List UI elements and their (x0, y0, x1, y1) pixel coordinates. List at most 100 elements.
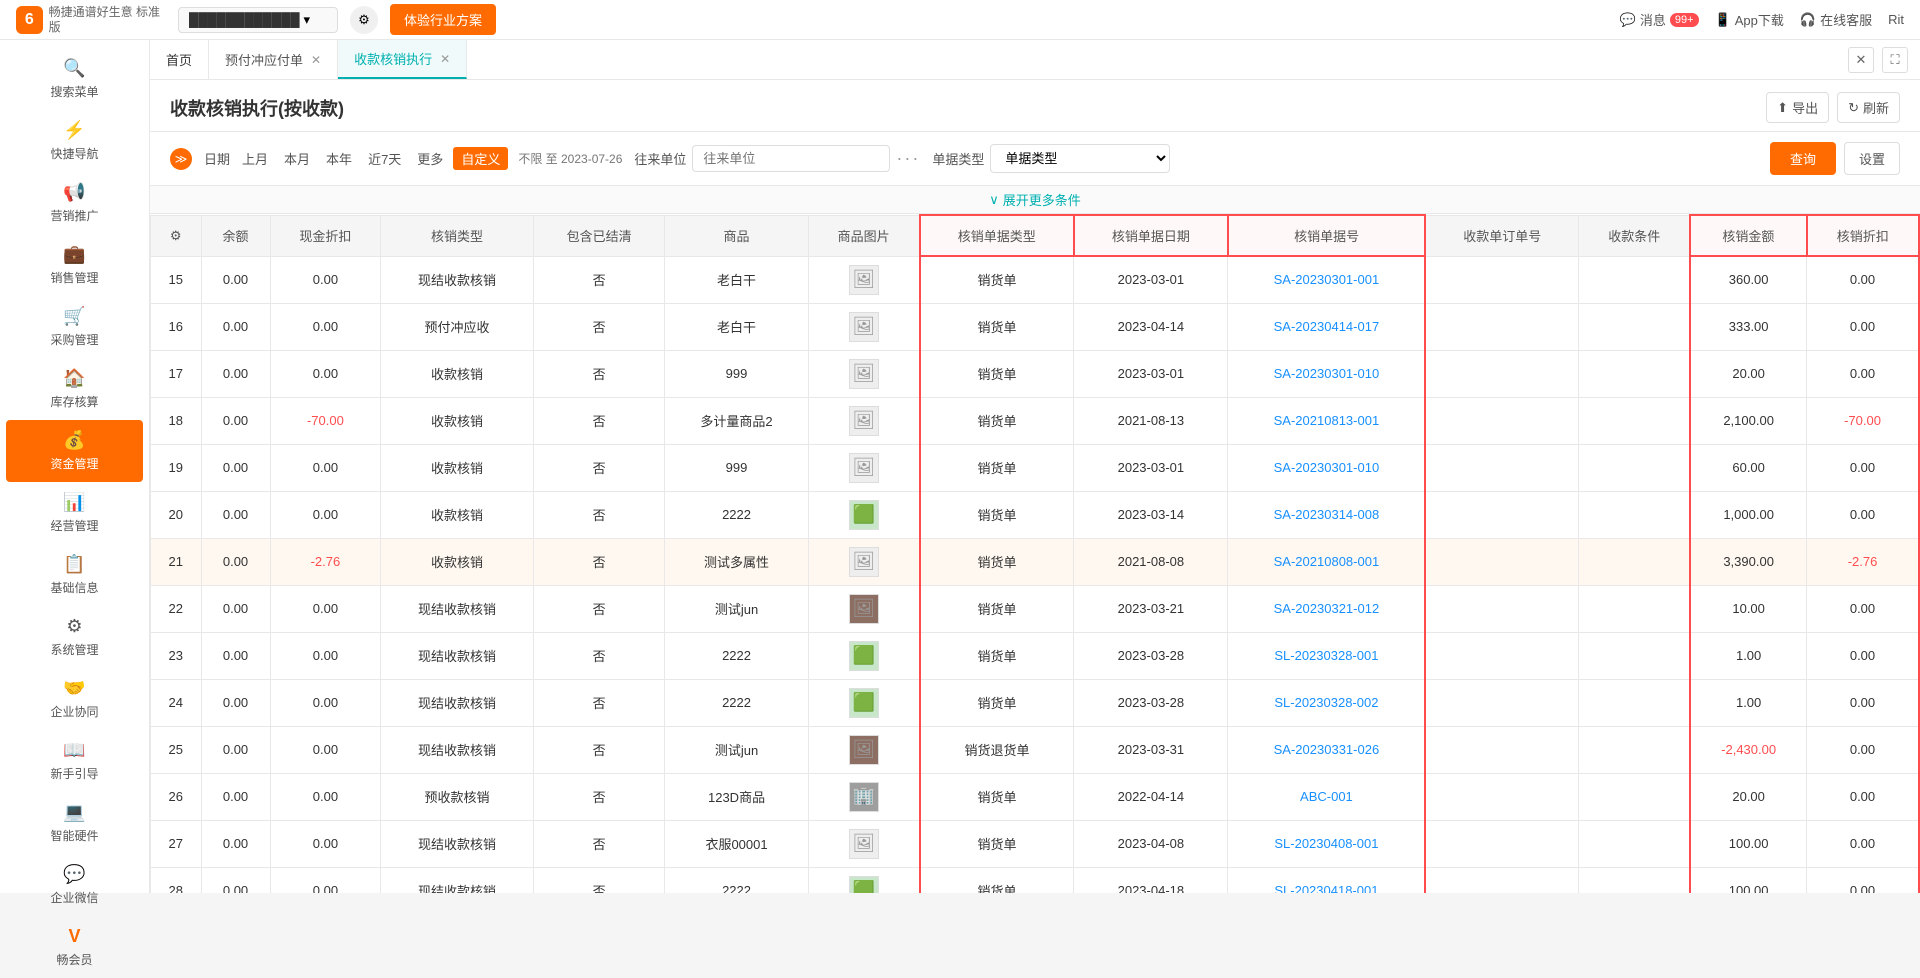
sidebar-item-operations[interactable]: 📊 经营管理 (0, 482, 149, 544)
tab-verify-label: 收款核销执行 (354, 49, 432, 68)
cell-goods: 老白干 (665, 256, 808, 303)
cell-cash-discount: 0.00 (270, 350, 381, 397)
query-button[interactable]: 查询 (1770, 142, 1836, 175)
unit-input[interactable] (692, 145, 890, 172)
cell-verify-amount: 360.00 (1690, 256, 1806, 303)
th-settings[interactable]: ⚙ (151, 215, 202, 256)
sidebar-item-base-info[interactable]: 📋 基础信息 (0, 544, 149, 606)
cell-verify-discount: 0.00 (1807, 679, 1919, 726)
doc-no-link[interactable]: SA-20230301-010 (1274, 460, 1380, 475)
table-settings-button[interactable]: 设置 (1844, 142, 1900, 175)
sidebar-item-wechat[interactable]: 💬 企业微信 (0, 854, 149, 916)
cell-doc-no: SA-20230331-026 (1228, 726, 1425, 773)
cell-verify-amount: 1.00 (1690, 679, 1806, 726)
cell-goods-img: 🖼 (808, 397, 920, 444)
app-download-label: App下载 (1735, 10, 1784, 29)
cell-receipt-cond (1579, 397, 1691, 444)
app-download-action[interactable]: 📱 App下载 (1715, 10, 1784, 29)
cell-verify-amount: 3,390.00 (1690, 538, 1806, 585)
doc-no-link[interactable]: SA-20230321-012 (1274, 601, 1380, 616)
goods-image: 🖼 (849, 594, 879, 624)
megaphone-icon: 📢 (63, 182, 85, 203)
cell-verify-discount: -70.00 (1807, 397, 1919, 444)
doc-no-link[interactable]: SA-20230414-017 (1274, 319, 1380, 334)
doc-no-link[interactable]: SA-20230301-010 (1274, 366, 1380, 381)
sidebar-item-purchase[interactable]: 🛒 采购管理 (0, 296, 149, 358)
cell-verify-type: 现结收款核销 (381, 632, 534, 679)
doc-no-link[interactable]: SA-20230314-008 (1274, 507, 1380, 522)
tab-prepay[interactable]: 预付冲应付单 ✕ (209, 40, 338, 79)
tab-verify-close[interactable]: ✕ (440, 52, 450, 66)
sidebar-item-quicknav[interactable]: ⚡ 快捷导航 (0, 110, 149, 172)
doc-no-link[interactable]: SL-20230328-002 (1274, 695, 1378, 710)
clipboard-icon: 📋 (63, 554, 85, 575)
cell-balance: 0.00 (201, 444, 270, 491)
cell-cash-discount: 0.00 (270, 256, 381, 303)
cell-doc-type: 销货单 (920, 585, 1074, 632)
th-includes-cleared: 包含已结清 (533, 215, 665, 256)
sidebar-item-system[interactable]: ⚙ 系统管理 (0, 606, 149, 668)
main-layout: 🔍 搜索菜单 ⚡ 快捷导航 📢 营销推广 💼 销售管理 🛒 采购管理 🏠 库存核… (0, 40, 1920, 893)
sidebar-item-member[interactable]: V 畅会员 (0, 916, 149, 978)
tab-expand-button[interactable]: ⛶ (1882, 47, 1908, 73)
tab-verify[interactable]: 收款核销执行 ✕ (338, 40, 467, 79)
sidebar-item-finance[interactable]: 💰 资金管理 (6, 420, 143, 482)
messages-action[interactable]: 💬 消息 99+ (1620, 10, 1699, 29)
sidebar-item-label: 库存核算 (50, 393, 98, 410)
sidebar-item-enterprise[interactable]: 🤝 企业协同 (0, 668, 149, 730)
doc-no-link[interactable]: SA-20210813-001 (1274, 413, 1380, 428)
online-service-action[interactable]: 🎧 在线客服 (1800, 10, 1872, 29)
book-icon: 📖 (63, 740, 85, 761)
sidebar-item-inventory[interactable]: 🏠 库存核算 (0, 358, 149, 420)
doc-no-link[interactable]: SL-20230408-001 (1274, 836, 1378, 851)
doc-no-link[interactable]: SA-20230301-001 (1274, 272, 1380, 287)
table-row: 20 0.00 0.00 收款核销 否 2222 🟩 销货单 2023-03-1… (151, 491, 1920, 538)
goods-image: 🖼 (849, 312, 879, 342)
cell-verify-type: 收款核销 (381, 444, 534, 491)
date-opt-thismonth[interactable]: 本月 (278, 147, 316, 170)
cell-receipt-cond (1579, 679, 1691, 726)
date-opt-more[interactable]: 更多 (411, 147, 449, 170)
tab-close-button[interactable]: ✕ (1848, 47, 1874, 73)
doc-no-link[interactable]: SL-20230418-001 (1274, 883, 1378, 893)
cell-goods-img: 🖼 (808, 350, 920, 397)
doc-no-link[interactable]: SL-20230328-001 (1274, 648, 1378, 663)
sidebar-item-label: 智能硬件 (50, 827, 98, 844)
doc-no-link[interactable]: ABC-001 (1300, 789, 1353, 804)
cell-goods: 999 (665, 350, 808, 397)
logo-text: 畅捷通谱好生意 标准版 (49, 5, 166, 34)
doctype-select[interactable]: 单据类型 (990, 144, 1170, 173)
th-verify-amount: 核销金额 (1690, 215, 1806, 256)
cell-verify-amount: 1.00 (1690, 632, 1806, 679)
cart-icon: 🛒 (63, 306, 85, 327)
sidebar-item-sales[interactable]: 💼 销售管理 (0, 234, 149, 296)
solution-button[interactable]: 体验行业方案 (390, 4, 496, 35)
user-profile[interactable]: Rit (1888, 12, 1904, 27)
expand-conditions-button[interactable]: ∨ 展开更多条件 (989, 190, 1081, 209)
goods-image: 🖼 (849, 829, 879, 859)
refresh-button[interactable]: ↻ 刷新 (1837, 92, 1900, 123)
cell-receipt-cond (1579, 820, 1691, 867)
date-opt-custom[interactable]: 自定义 (453, 147, 508, 170)
date-opt-thisyear[interactable]: 本年 (320, 147, 358, 170)
cell-cash-discount: -70.00 (270, 397, 381, 444)
sidebar-item-hardware[interactable]: 💻 智能硬件 (0, 792, 149, 854)
doc-no-link[interactable]: SA-20210808-001 (1274, 554, 1380, 569)
cell-doc-date: 2023-04-08 (1074, 820, 1228, 867)
date-opt-7days[interactable]: 近7天 (362, 147, 407, 170)
export-button[interactable]: ⬆ 导出 (1766, 92, 1829, 123)
doc-no-link[interactable]: SA-20230331-026 (1274, 742, 1380, 757)
sidebar-item-marketing[interactable]: 📢 营销推广 (0, 172, 149, 234)
sidebar-item-guide[interactable]: 📖 新手引导 (0, 730, 149, 792)
company-selector[interactable]: ████████████ ▾ (178, 7, 338, 33)
doctype-label: 单据类型 (932, 149, 984, 168)
date-opt-lastmonth[interactable]: 上月 (236, 147, 274, 170)
settings-icon[interactable]: ⚙ (350, 6, 378, 34)
tab-prepay-close[interactable]: ✕ (311, 53, 321, 67)
cell-verify-type: 收款核销 (381, 491, 534, 538)
cell-verify-discount: 0.00 (1807, 820, 1919, 867)
wechat-icon: 💬 (63, 864, 85, 885)
collapse-arrow[interactable]: ≫ (170, 148, 192, 170)
tab-home[interactable]: 首页 (150, 40, 209, 79)
sidebar-item-search[interactable]: 🔍 搜索菜单 (0, 48, 149, 110)
